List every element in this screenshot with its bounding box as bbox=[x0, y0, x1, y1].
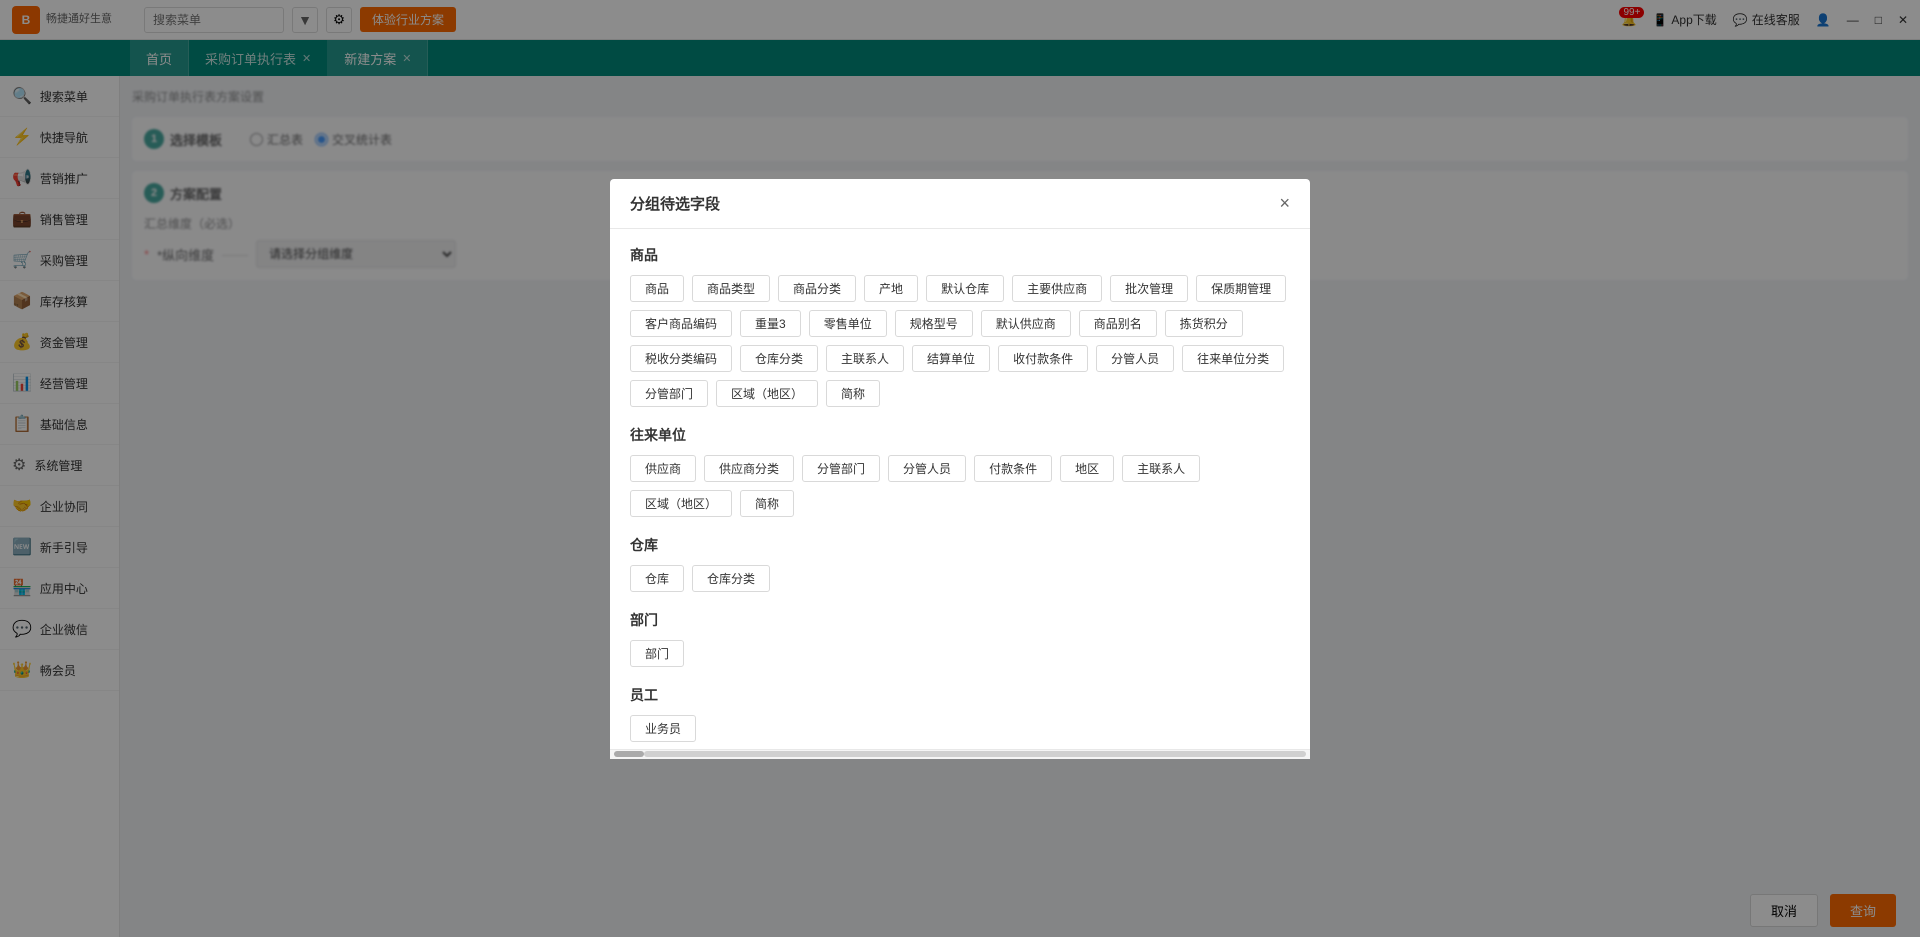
field-tag-batch-mgmt[interactable]: 批次管理 bbox=[1110, 275, 1188, 302]
section-dept-title: 部门 bbox=[630, 610, 1290, 630]
field-tag-pick-points[interactable]: 拣货积分 bbox=[1165, 310, 1243, 337]
field-tag-person-partner[interactable]: 分管人员 bbox=[888, 455, 966, 482]
field-tag-customer-code[interactable]: 客户商品编码 bbox=[630, 310, 732, 337]
field-tag-goods-alias[interactable]: 商品别名 bbox=[1079, 310, 1157, 337]
field-tag-payment-cond[interactable]: 付款条件 bbox=[974, 455, 1052, 482]
modal-title: 分组待选字段 bbox=[630, 193, 720, 214]
field-tag-region-partner[interactable]: 区域（地区） bbox=[630, 490, 732, 517]
field-tag-supervisor[interactable]: 分管人员 bbox=[1096, 345, 1174, 372]
field-tag-shelf-life[interactable]: 保质期管理 bbox=[1196, 275, 1286, 302]
section-partner-title: 往来单位 bbox=[630, 425, 1290, 445]
field-tag-dept-mgmt[interactable]: 分管部门 bbox=[630, 380, 708, 407]
modal-header: 分组待选字段 × bbox=[610, 179, 1310, 229]
field-tag-retail-unit[interactable]: 零售单位 bbox=[809, 310, 887, 337]
field-tag-origin[interactable]: 产地 bbox=[864, 275, 918, 302]
field-tag-default-warehouse[interactable]: 默认仓库 bbox=[926, 275, 1004, 302]
modal-close-button[interactable]: × bbox=[1279, 193, 1290, 214]
field-tag-main-contact[interactable]: 主联系人 bbox=[826, 345, 904, 372]
modal-horizontal-scrollbar[interactable] bbox=[610, 749, 1310, 758]
field-tag-goods[interactable]: 商品 bbox=[630, 275, 684, 302]
field-tag-warehouse-category[interactable]: 仓库分类 bbox=[740, 345, 818, 372]
field-tag-supplier[interactable]: 供应商 bbox=[630, 455, 696, 482]
field-tag-payment-terms[interactable]: 收付款条件 bbox=[998, 345, 1088, 372]
partner-tags: 供应商 供应商分类 分管部门 分管人员 付款条件 地区 主联系人 区域（地区） … bbox=[630, 455, 1290, 517]
field-tag-partner-category[interactable]: 往来单位分类 bbox=[1182, 345, 1284, 372]
field-tag-region-goods[interactable]: 区域（地区） bbox=[716, 380, 818, 407]
warehouse-tags: 仓库 仓库分类 bbox=[630, 565, 1290, 592]
section-warehouse-title: 仓库 bbox=[630, 535, 1290, 555]
section-dept: 部门 部门 bbox=[630, 610, 1290, 667]
goods-tags: 商品 商品类型 商品分类 产地 默认仓库 主要供应商 批次管理 保质期管理 客户… bbox=[630, 275, 1290, 407]
section-goods: 商品 商品 商品类型 商品分类 产地 默认仓库 主要供应商 批次管理 保质期管理… bbox=[630, 245, 1290, 407]
section-employee-title: 员工 bbox=[630, 685, 1290, 705]
modal-body[interactable]: 商品 商品 商品类型 商品分类 产地 默认仓库 主要供应商 批次管理 保质期管理… bbox=[610, 229, 1310, 750]
field-tag-warehouse-cat[interactable]: 仓库分类 bbox=[692, 565, 770, 592]
section-employee: 员工 业务员 bbox=[630, 685, 1290, 742]
field-tag-main-contact-partner[interactable]: 主联系人 bbox=[1122, 455, 1200, 482]
field-tag-default-supplier[interactable]: 默认供应商 bbox=[981, 310, 1071, 337]
field-tag-goods-category[interactable]: 商品分类 bbox=[778, 275, 856, 302]
section-partner: 往来单位 供应商 供应商分类 分管部门 分管人员 付款条件 地区 主联系人 区域… bbox=[630, 425, 1290, 517]
hscroll-thumb bbox=[614, 751, 644, 757]
field-tag-tax-code[interactable]: 税收分类编码 bbox=[630, 345, 732, 372]
field-tag-warehouse[interactable]: 仓库 bbox=[630, 565, 684, 592]
dept-tags: 部门 bbox=[630, 640, 1290, 667]
field-tag-main-supplier[interactable]: 主要供应商 bbox=[1012, 275, 1102, 302]
field-tag-supplier-category[interactable]: 供应商分类 bbox=[704, 455, 794, 482]
field-tag-dept[interactable]: 部门 bbox=[630, 640, 684, 667]
field-tag-weight[interactable]: 重量3 bbox=[740, 310, 801, 337]
field-tag-salesperson[interactable]: 业务员 bbox=[630, 715, 696, 742]
field-tag-settlement-unit[interactable]: 结算单位 bbox=[912, 345, 990, 372]
field-tag-short-name-partner[interactable]: 简称 bbox=[740, 490, 794, 517]
modal-overlay: 分组待选字段 × 商品 商品 商品类型 商品分类 产地 默认仓库 主要供应商 批… bbox=[0, 0, 1920, 937]
field-tag-spec-type[interactable]: 规格型号 bbox=[895, 310, 973, 337]
employee-tags: 业务员 bbox=[630, 715, 1290, 742]
hscroll-track bbox=[644, 751, 1306, 757]
field-tag-area[interactable]: 地区 bbox=[1060, 455, 1114, 482]
field-tag-dept-partner[interactable]: 分管部门 bbox=[802, 455, 880, 482]
field-tag-short-name[interactable]: 简称 bbox=[826, 380, 880, 407]
section-goods-title: 商品 bbox=[630, 245, 1290, 265]
modal-dialog: 分组待选字段 × 商品 商品 商品类型 商品分类 产地 默认仓库 主要供应商 批… bbox=[610, 179, 1310, 759]
section-warehouse: 仓库 仓库 仓库分类 bbox=[630, 535, 1290, 592]
field-tag-goods-type[interactable]: 商品类型 bbox=[692, 275, 770, 302]
